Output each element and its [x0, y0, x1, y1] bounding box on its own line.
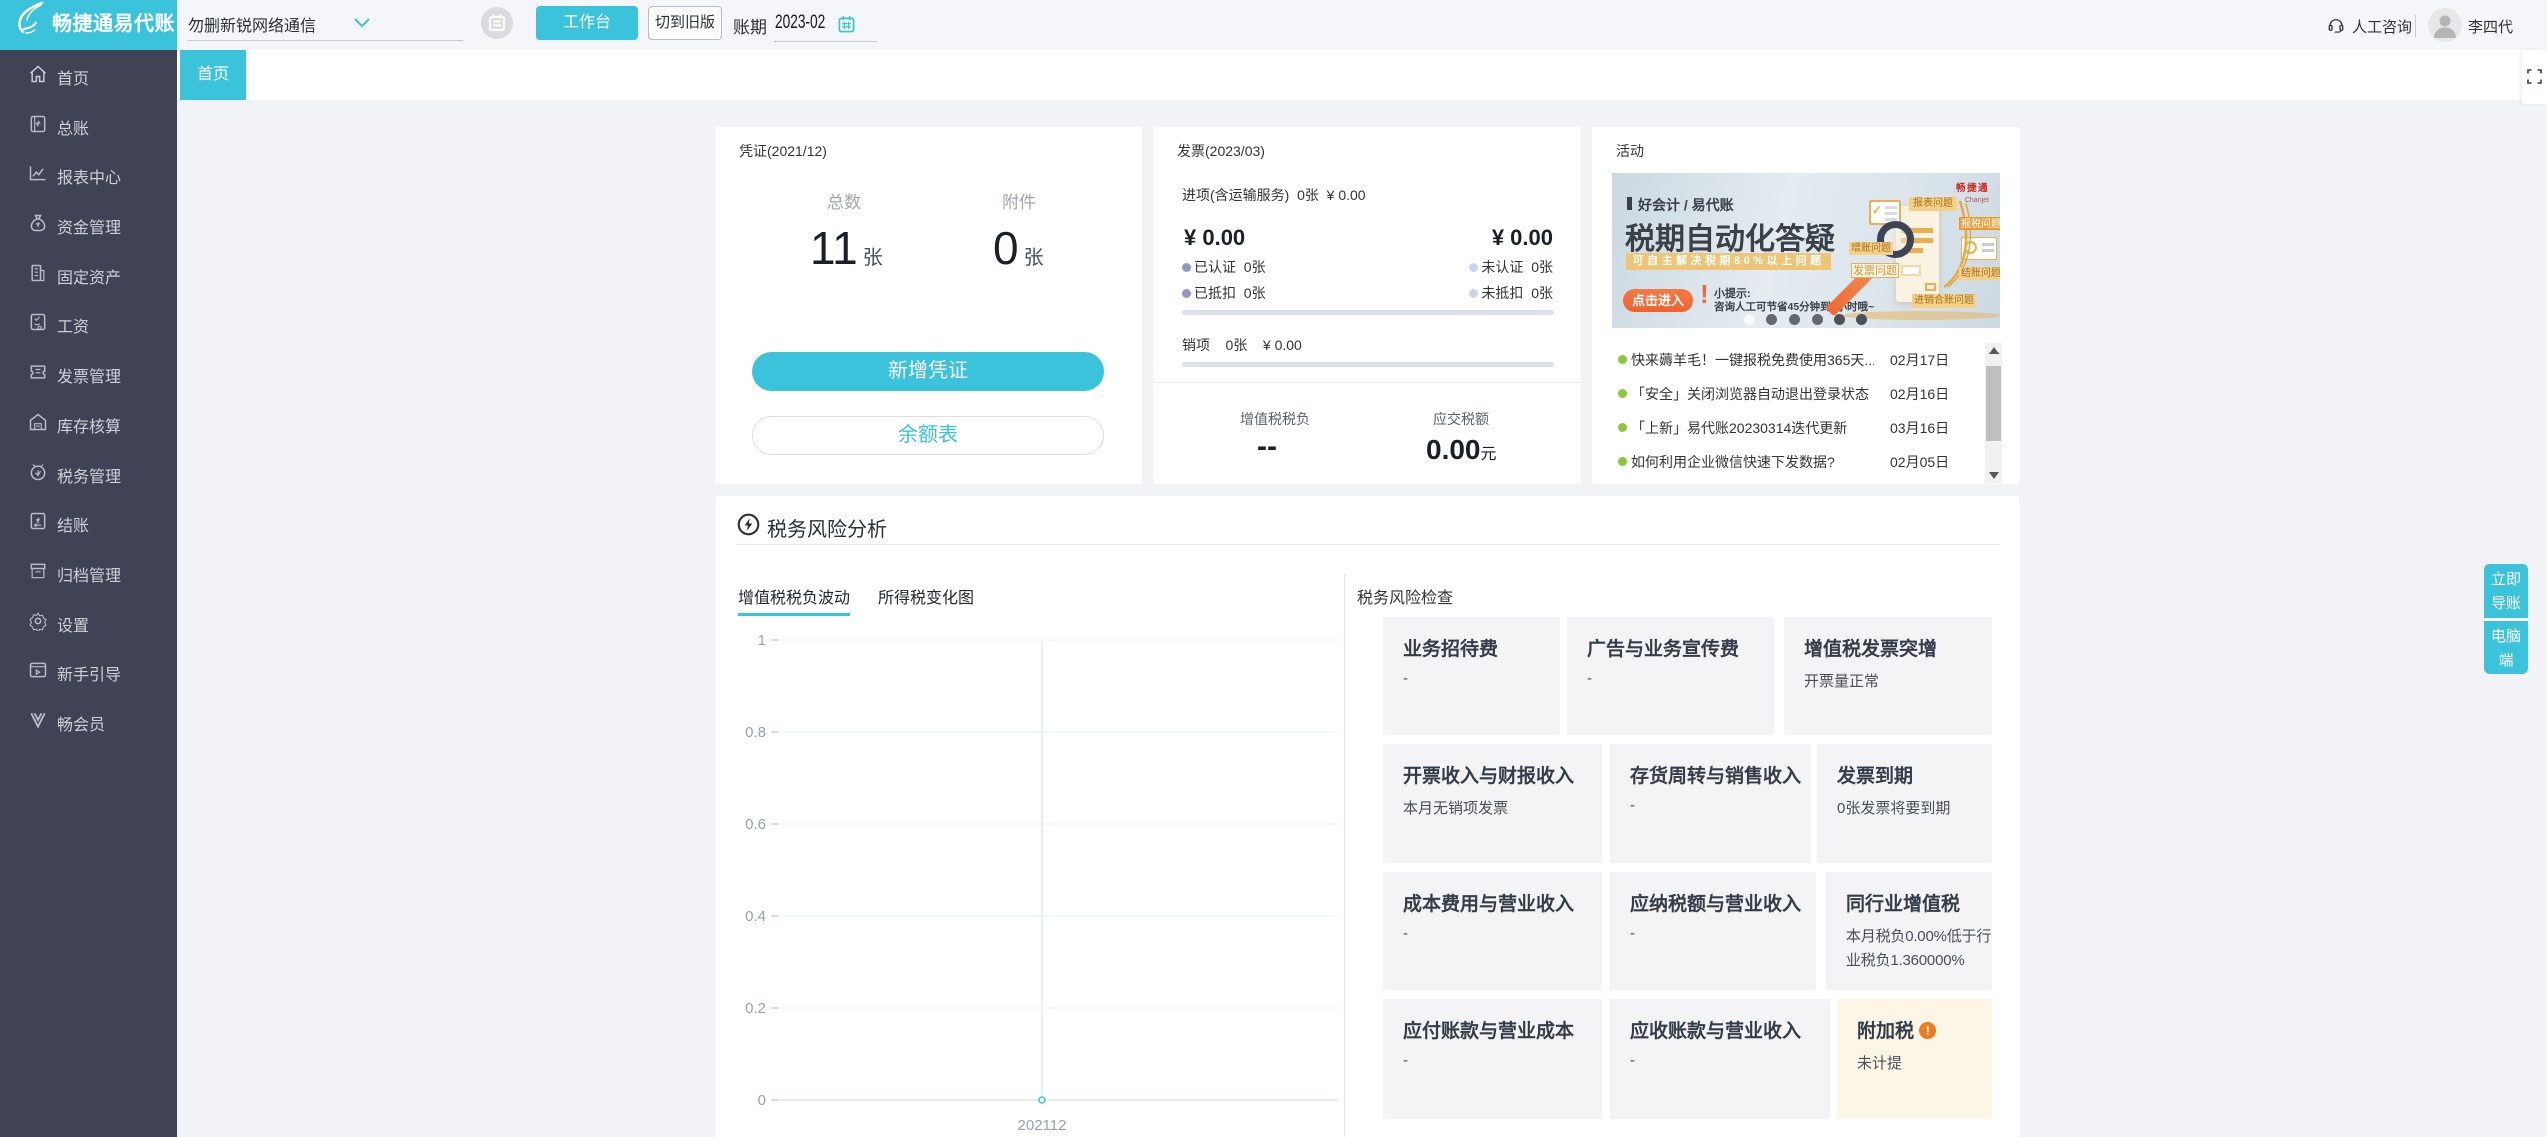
svg-text:0.6: 0.6: [745, 816, 766, 833]
svg-text:0: 0: [758, 1092, 766, 1109]
svg-text:1: 1: [758, 632, 766, 649]
svg-text:202112: 202112: [1018, 1117, 1067, 1134]
svg-text:0.8: 0.8: [745, 724, 766, 741]
svg-text:0.4: 0.4: [745, 908, 766, 925]
svg-text:0.2: 0.2: [745, 1000, 766, 1017]
